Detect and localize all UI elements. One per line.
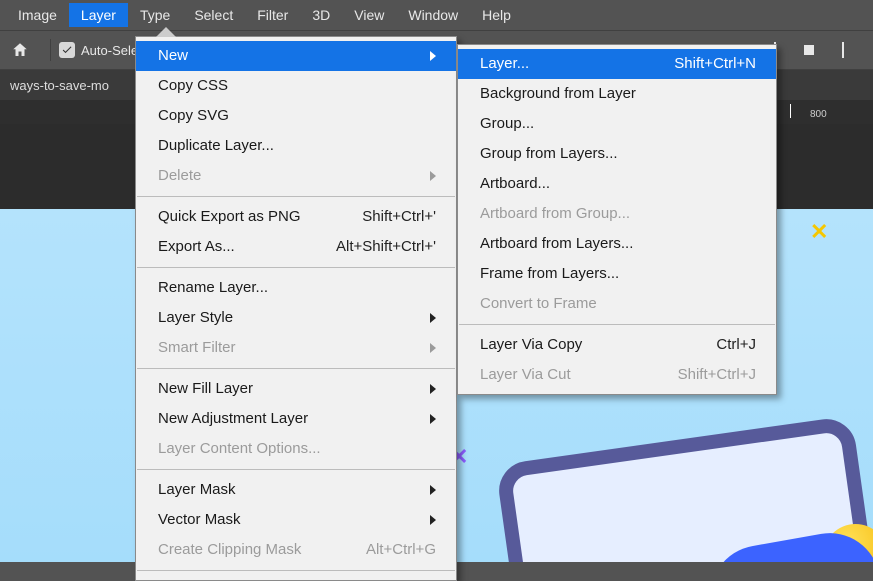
new-submenu-item-artboard-from-group: Artboard from Group...: [458, 199, 776, 229]
align-center-icon[interactable]: [797, 38, 821, 62]
menu-item-label: Frame from Layers...: [480, 263, 756, 285]
submenu-arrow-icon: [430, 171, 436, 181]
menu-type[interactable]: Type: [128, 3, 182, 27]
ruler-marker: [790, 104, 791, 118]
menu-item-label: Quick Export as PNG: [158, 206, 338, 228]
layer-menu-item-layer-content-options: Layer Content Options...: [136, 434, 456, 464]
menu-item-label: Artboard from Group...: [480, 203, 756, 225]
menu-item-label: Copy CSS: [158, 75, 436, 97]
new-submenu-item-group[interactable]: Group...: [458, 109, 776, 139]
layer-menu-item-rename-layer[interactable]: Rename Layer...: [136, 273, 456, 303]
menu-image[interactable]: Image: [6, 3, 69, 27]
menu-filter[interactable]: Filter: [245, 3, 300, 27]
layer-menu-item-copy-css[interactable]: Copy CSS: [136, 71, 456, 101]
menu-separator: [137, 196, 455, 197]
submenu-arrow-icon: [430, 414, 436, 424]
menu-item-label: Layer...: [480, 53, 650, 75]
menu-separator: [137, 368, 455, 369]
ruler-label: 800: [810, 109, 827, 120]
layer-dropdown-menu: New Copy CSS Copy SVG Duplicate Layer... Del…: [135, 36, 457, 581]
menu-view[interactable]: View: [342, 3, 396, 27]
decor-plus-1: ✕: [810, 219, 828, 245]
layer-menu-item-smart-filter: Smart Filter: [136, 333, 456, 363]
document-tab[interactable]: ways-to-save-mo: [6, 72, 113, 99]
menu-item-label: Layer Mask: [158, 479, 416, 501]
layer-menu-item-delete: Delete: [136, 161, 456, 191]
layer-menu-item-quick-export-as-png[interactable]: Quick Export as PNG Shift+Ctrl+': [136, 202, 456, 232]
align-right-icon[interactable]: [831, 38, 855, 62]
menu-item-label: Group...: [480, 113, 756, 135]
new-submenu: Layer... Shift+Ctrl+N Background from Laye…: [457, 44, 777, 395]
divider: [50, 39, 51, 61]
layer-menu-item-create-clipping-mask: Create Clipping Mask Alt+Ctrl+G: [136, 535, 456, 565]
layer-menu-item-new-adjustment-layer[interactable]: New Adjustment Layer: [136, 404, 456, 434]
new-submenu-item-layer[interactable]: Layer... Shift+Ctrl+N: [458, 49, 776, 79]
menu-separator: [137, 267, 455, 268]
menu-item-label: Layer Style: [158, 307, 416, 329]
menu-item-shortcut: Shift+Ctrl+': [362, 206, 436, 228]
menu-item-shortcut: Shift+Ctrl+J: [678, 364, 756, 386]
submenu-arrow-icon: [430, 51, 436, 61]
menu-item-label: Layer Content Options...: [158, 438, 436, 460]
layer-menu-item-export-as[interactable]: Export As... Alt+Shift+Ctrl+': [136, 232, 456, 262]
menu-item-label: Layer Via Cut: [480, 364, 654, 386]
menu-item-label: Export As...: [158, 236, 312, 258]
submenu-arrow-icon: [430, 343, 436, 353]
menu-item-shortcut: Alt+Ctrl+G: [366, 539, 436, 561]
menu-separator: [137, 469, 455, 470]
menu-item-label: Smart Filter: [158, 337, 416, 359]
menubar: ImageLayerTypeSelectFilter3DViewWindowHe…: [0, 0, 873, 30]
menu-item-label: Copy SVG: [158, 105, 436, 127]
menu-item-label: Artboard...: [480, 173, 756, 195]
menu-item-label: Background from Layer: [480, 83, 756, 105]
layer-menu-item-new[interactable]: New: [136, 41, 456, 71]
new-submenu-item-convert-to-frame: Convert to Frame: [458, 289, 776, 319]
menu-item-label: New Adjustment Layer: [158, 408, 416, 430]
layer-menu-item-layer-style[interactable]: Layer Style: [136, 303, 456, 333]
layer-menu-item-duplicate-layer[interactable]: Duplicate Layer...: [136, 131, 456, 161]
new-submenu-item-artboard-from-layers[interactable]: Artboard from Layers...: [458, 229, 776, 259]
menu-window[interactable]: Window: [396, 3, 470, 27]
menu-item-label: Group from Layers...: [480, 143, 756, 165]
new-submenu-item-layer-via-cut: Layer Via Cut Shift+Ctrl+J: [458, 360, 776, 390]
submenu-arrow-icon: [430, 313, 436, 323]
menu-item-shortcut: Shift+Ctrl+N: [674, 53, 756, 75]
layer-menu-item-copy-svg[interactable]: Copy SVG: [136, 101, 456, 131]
menu-item-shortcut: Ctrl+J: [716, 334, 756, 356]
home-icon[interactable]: [6, 36, 34, 64]
new-submenu-item-artboard[interactable]: Artboard...: [458, 169, 776, 199]
menu-item-label: Artboard from Layers...: [480, 233, 756, 255]
new-submenu-item-group-from-layers[interactable]: Group from Layers...: [458, 139, 776, 169]
menu-item-label: Rename Layer...: [158, 277, 436, 299]
menu-item-shortcut: Alt+Shift+Ctrl+': [336, 236, 436, 258]
submenu-arrow-icon: [430, 384, 436, 394]
menu-layer[interactable]: Layer: [69, 3, 128, 27]
layer-menu-item-vector-mask[interactable]: Vector Mask: [136, 505, 456, 535]
menu-item-label: Create Clipping Mask: [158, 539, 342, 561]
submenu-arrow-icon: [430, 515, 436, 525]
menu-item-label: Delete: [158, 165, 416, 187]
menu-item-label: Layer Via Copy: [480, 334, 692, 356]
menu-3d[interactable]: 3D: [300, 3, 342, 27]
layer-menu-item-layer-mask[interactable]: Layer Mask: [136, 475, 456, 505]
menu-item-label: Vector Mask: [158, 509, 416, 531]
new-submenu-item-background-from-layer[interactable]: Background from Layer: [458, 79, 776, 109]
submenu-arrow-icon: [430, 485, 436, 495]
menu-item-label: Duplicate Layer...: [158, 135, 436, 157]
layer-menu-item-new-fill-layer[interactable]: New Fill Layer: [136, 374, 456, 404]
auto-select-checkbox[interactable]: [59, 42, 75, 58]
menu-item-label: New Fill Layer: [158, 378, 416, 400]
new-submenu-item-layer-via-copy[interactable]: Layer Via Copy Ctrl+J: [458, 330, 776, 360]
new-submenu-item-frame-from-layers[interactable]: Frame from Layers...: [458, 259, 776, 289]
menu-item-label: Convert to Frame: [480, 293, 756, 315]
menu-help[interactable]: Help: [470, 3, 523, 27]
menu-separator: [459, 324, 775, 325]
menu-select[interactable]: Select: [182, 3, 245, 27]
menu-separator: [137, 570, 455, 571]
menu-notch-icon: [156, 27, 176, 37]
menu-item-label: New: [158, 45, 416, 67]
